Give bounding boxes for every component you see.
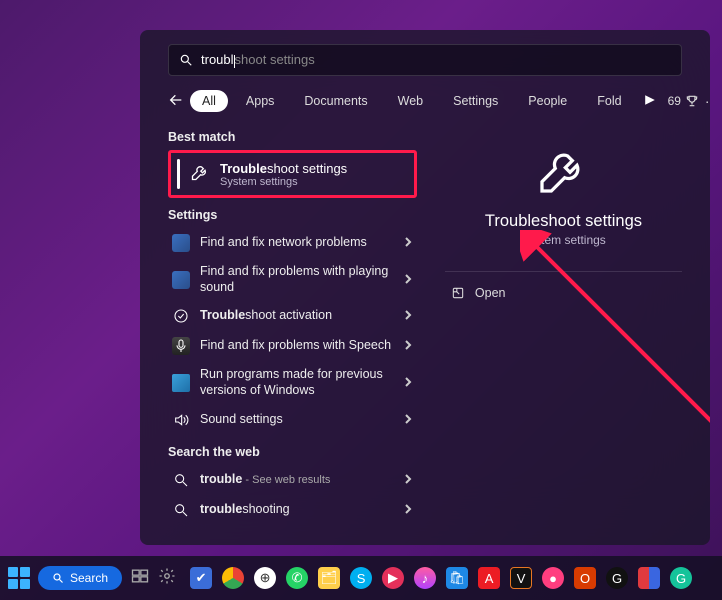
detail-subtitle: System settings (445, 233, 682, 247)
search-icon (172, 471, 190, 489)
microphone-icon (172, 337, 190, 355)
selection-indicator (177, 159, 180, 189)
sound-troubleshoot-icon (172, 271, 190, 289)
network-troubleshoot-icon (172, 234, 190, 252)
open-action[interactable]: Open (445, 282, 682, 304)
start-button[interactable] (8, 567, 30, 589)
tab-people[interactable]: People (516, 90, 579, 112)
chrome-icon[interactable] (222, 567, 244, 589)
back-button[interactable] (168, 92, 184, 111)
tab-documents[interactable]: Documents (292, 90, 379, 112)
settings-icon[interactable] (158, 567, 176, 590)
chevron-right-icon (403, 376, 413, 390)
settings-row-speech[interactable]: Find and fix problems with Speech (168, 331, 417, 361)
chevron-right-icon (403, 503, 413, 517)
whatsapp-icon[interactable]: ✆ (286, 567, 308, 589)
taskbar-pinned-apps: ✔ ⊕ ✆ 🗂 S ▶ ♪ 🛍 A V ● O G G (190, 567, 692, 589)
speaker-icon (172, 411, 190, 429)
tab-folders[interactable]: Fold (585, 90, 633, 112)
app-icon[interactable]: G (606, 567, 628, 589)
tab-apps[interactable]: Apps (234, 90, 287, 112)
more-options-icon[interactable]: ··· (705, 93, 710, 109)
itunes-icon[interactable]: ♪ (414, 567, 436, 589)
app-icon[interactable]: V (510, 567, 532, 589)
section-search-web: Search the web (168, 445, 417, 459)
search-icon (172, 501, 190, 518)
taskbar-search-button[interactable]: Search (38, 566, 122, 590)
office-icon[interactable]: O (574, 567, 596, 589)
rewards-points[interactable]: 69 (668, 94, 699, 108)
start-search-panel: troublshoot settings All Apps Documents … (140, 30, 710, 545)
check-circle-icon (172, 307, 190, 325)
detail-title: Troubleshoot settings (445, 212, 682, 231)
section-settings: Settings (168, 208, 417, 222)
chevron-right-icon (403, 236, 413, 250)
chevron-right-icon (403, 339, 413, 353)
windows-compat-icon (172, 374, 190, 392)
tab-all[interactable]: All (190, 90, 228, 112)
search-input[interactable]: troublshoot settings (168, 44, 682, 76)
divider (445, 271, 682, 272)
chevron-right-icon (403, 309, 413, 323)
skype-icon[interactable]: S (350, 567, 372, 589)
search-text: troublshoot settings (201, 52, 315, 67)
settings-row-sound[interactable]: Sound settings (168, 405, 417, 435)
taskbar: Search ✔ ⊕ ✆ 🗂 S ▶ ♪ 🛍 A V ● O G G (0, 556, 722, 600)
results-column: Best match Troubleshoot settings System … (168, 120, 417, 517)
chevron-right-icon (403, 473, 413, 487)
settings-row-network[interactable]: Find and fix network problems (168, 228, 417, 258)
wrench-icon-large (445, 142, 682, 198)
settings-row-compat[interactable]: Run programs made for previous versions … (168, 361, 417, 404)
web-row-trouble[interactable]: trouble - See web results (168, 465, 417, 495)
settings-row-sound-fix[interactable]: Find and fix problems with playing sound (168, 258, 417, 301)
app-icon[interactable]: ⊕ (254, 567, 276, 589)
tab-settings[interactable]: Settings (441, 90, 510, 112)
tab-web[interactable]: Web (386, 90, 435, 112)
best-match-subtitle: System settings (220, 176, 347, 188)
grammarly-icon[interactable]: G (670, 567, 692, 589)
detail-pane: Troubleshoot settings System settings Op… (441, 120, 682, 517)
section-best-match: Best match (168, 130, 417, 144)
task-view-icon[interactable] (130, 566, 150, 591)
best-match-title: Troubleshoot settings (220, 161, 347, 176)
chevron-right-icon (403, 273, 413, 287)
search-icon (179, 53, 193, 67)
web-row-troubleshooting[interactable]: troubleshooting (168, 495, 417, 518)
wrench-icon (190, 162, 210, 187)
settings-row-activation[interactable]: Troubleshoot activation (168, 301, 417, 331)
tabs-more-icon[interactable] (640, 94, 656, 109)
store-icon[interactable]: 🛍 (446, 567, 468, 589)
chevron-right-icon (403, 413, 413, 427)
acrobat-icon[interactable]: A (478, 567, 500, 589)
trophy-icon (685, 94, 699, 108)
app-icon[interactable] (638, 567, 660, 589)
best-match-result[interactable]: Troubleshoot settings System settings (168, 150, 417, 198)
open-icon (451, 286, 465, 300)
app-icon[interactable]: ● (542, 567, 564, 589)
explorer-icon[interactable]: 🗂 (318, 567, 340, 589)
app-icon[interactable]: ▶ (382, 567, 404, 589)
tab-row: All Apps Documents Web Settings People F… (168, 90, 682, 112)
app-icon[interactable]: ✔ (190, 567, 212, 589)
